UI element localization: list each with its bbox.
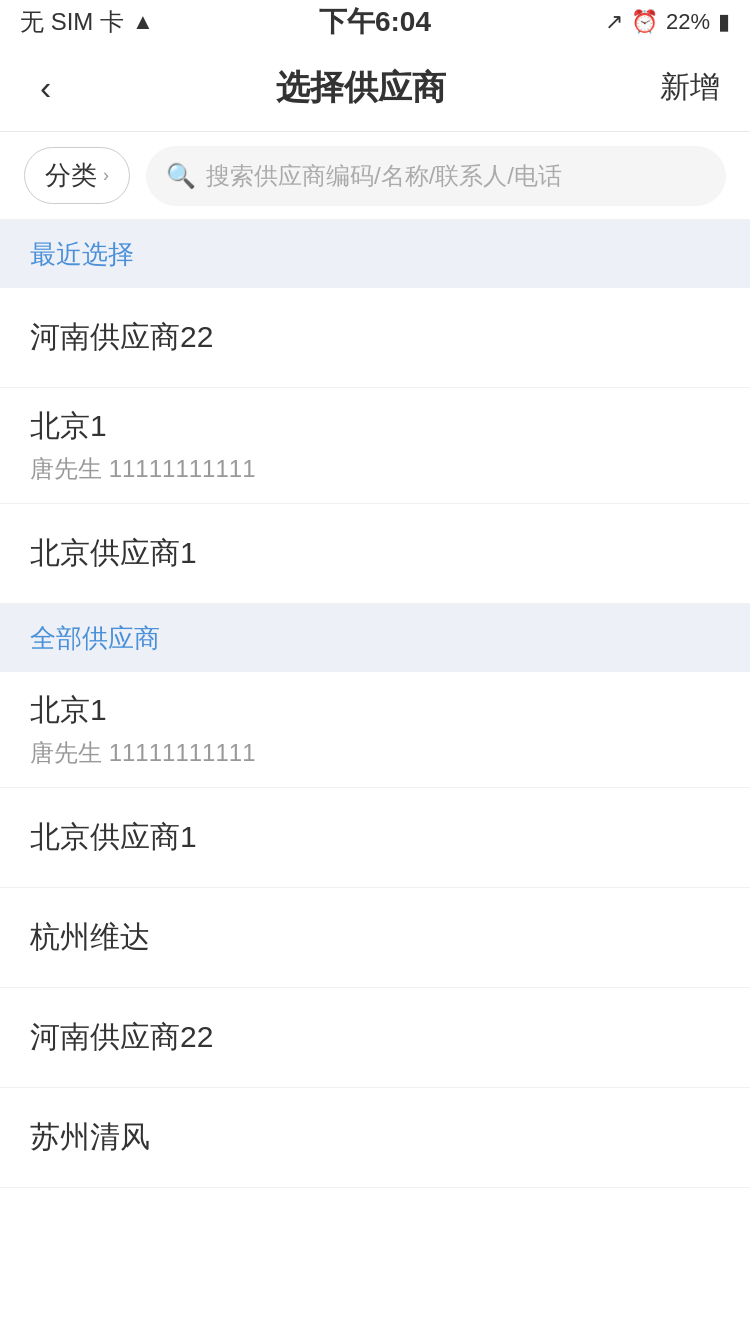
- all-section-header: 全部供应商: [0, 604, 750, 672]
- item-name: 北京1: [30, 406, 720, 447]
- add-button[interactable]: 新增: [660, 67, 720, 108]
- category-button[interactable]: 分类 ›: [24, 147, 130, 204]
- item-name: 北京供应商1: [30, 533, 720, 574]
- search-box[interactable]: 🔍 搜索供应商编码/名称/联系人/电话: [146, 146, 726, 206]
- location-icon: ↗: [605, 9, 623, 35]
- status-right: ↗ ⏰ 22% ▮: [605, 9, 730, 35]
- no-sim-text: 无 SIM 卡: [20, 6, 124, 38]
- item-name: 北京供应商1: [30, 817, 720, 858]
- battery-text: 22%: [666, 9, 710, 35]
- list-item[interactable]: 北京1 唐先生 11111111111: [0, 388, 750, 504]
- item-name: 河南供应商22: [30, 1017, 720, 1058]
- recent-list: 河南供应商22 北京1 唐先生 11111111111 北京供应商1: [0, 288, 750, 604]
- item-name: 苏州清风: [30, 1117, 720, 1158]
- category-label: 分类: [45, 158, 97, 193]
- status-time: 下午6:04: [319, 3, 431, 41]
- item-sub: 唐先生 11111111111: [30, 737, 720, 769]
- recent-section-title: 最近选择: [30, 237, 134, 272]
- list-item[interactable]: 河南供应商22: [0, 988, 750, 1088]
- all-list: 北京1 唐先生 11111111111 北京供应商1 杭州维达河南供应商22 苏州清风: [0, 672, 750, 1188]
- list-item[interactable]: 北京1 唐先生 11111111111: [0, 672, 750, 788]
- chevron-right-icon: ›: [103, 165, 109, 186]
- list-item[interactable]: 河南供应商22: [0, 288, 750, 388]
- list-item[interactable]: 杭州维达: [0, 888, 750, 988]
- list-item[interactable]: 北京供应商1: [0, 504, 750, 604]
- item-sub: 唐先生 11111111111: [30, 453, 720, 485]
- search-placeholder: 搜索供应商编码/名称/联系人/电话: [206, 160, 562, 192]
- item-name: 河南供应商22: [30, 317, 720, 358]
- back-button[interactable]: ‹: [30, 58, 61, 117]
- nav-bar: ‹ 选择供应商 新增: [0, 44, 750, 132]
- list-item[interactable]: 苏州清风: [0, 1088, 750, 1188]
- recent-section-header: 最近选择: [0, 220, 750, 288]
- wifi-icon: ▲: [132, 9, 154, 35]
- status-left: 无 SIM 卡 ▲: [20, 6, 154, 38]
- list-item[interactable]: 北京供应商1: [0, 788, 750, 888]
- item-name: 杭州维达: [30, 917, 720, 958]
- search-icon: 🔍: [166, 162, 196, 190]
- battery-icon: ▮: [718, 9, 730, 35]
- all-section-title: 全部供应商: [30, 621, 160, 656]
- alarm-icon: ⏰: [631, 9, 658, 35]
- page-title: 选择供应商: [276, 65, 446, 111]
- filter-bar: 分类 › 🔍 搜索供应商编码/名称/联系人/电话: [0, 132, 750, 220]
- status-bar: 无 SIM 卡 ▲ 下午6:04 ↗ ⏰ 22% ▮: [0, 0, 750, 44]
- item-name: 北京1: [30, 690, 720, 731]
